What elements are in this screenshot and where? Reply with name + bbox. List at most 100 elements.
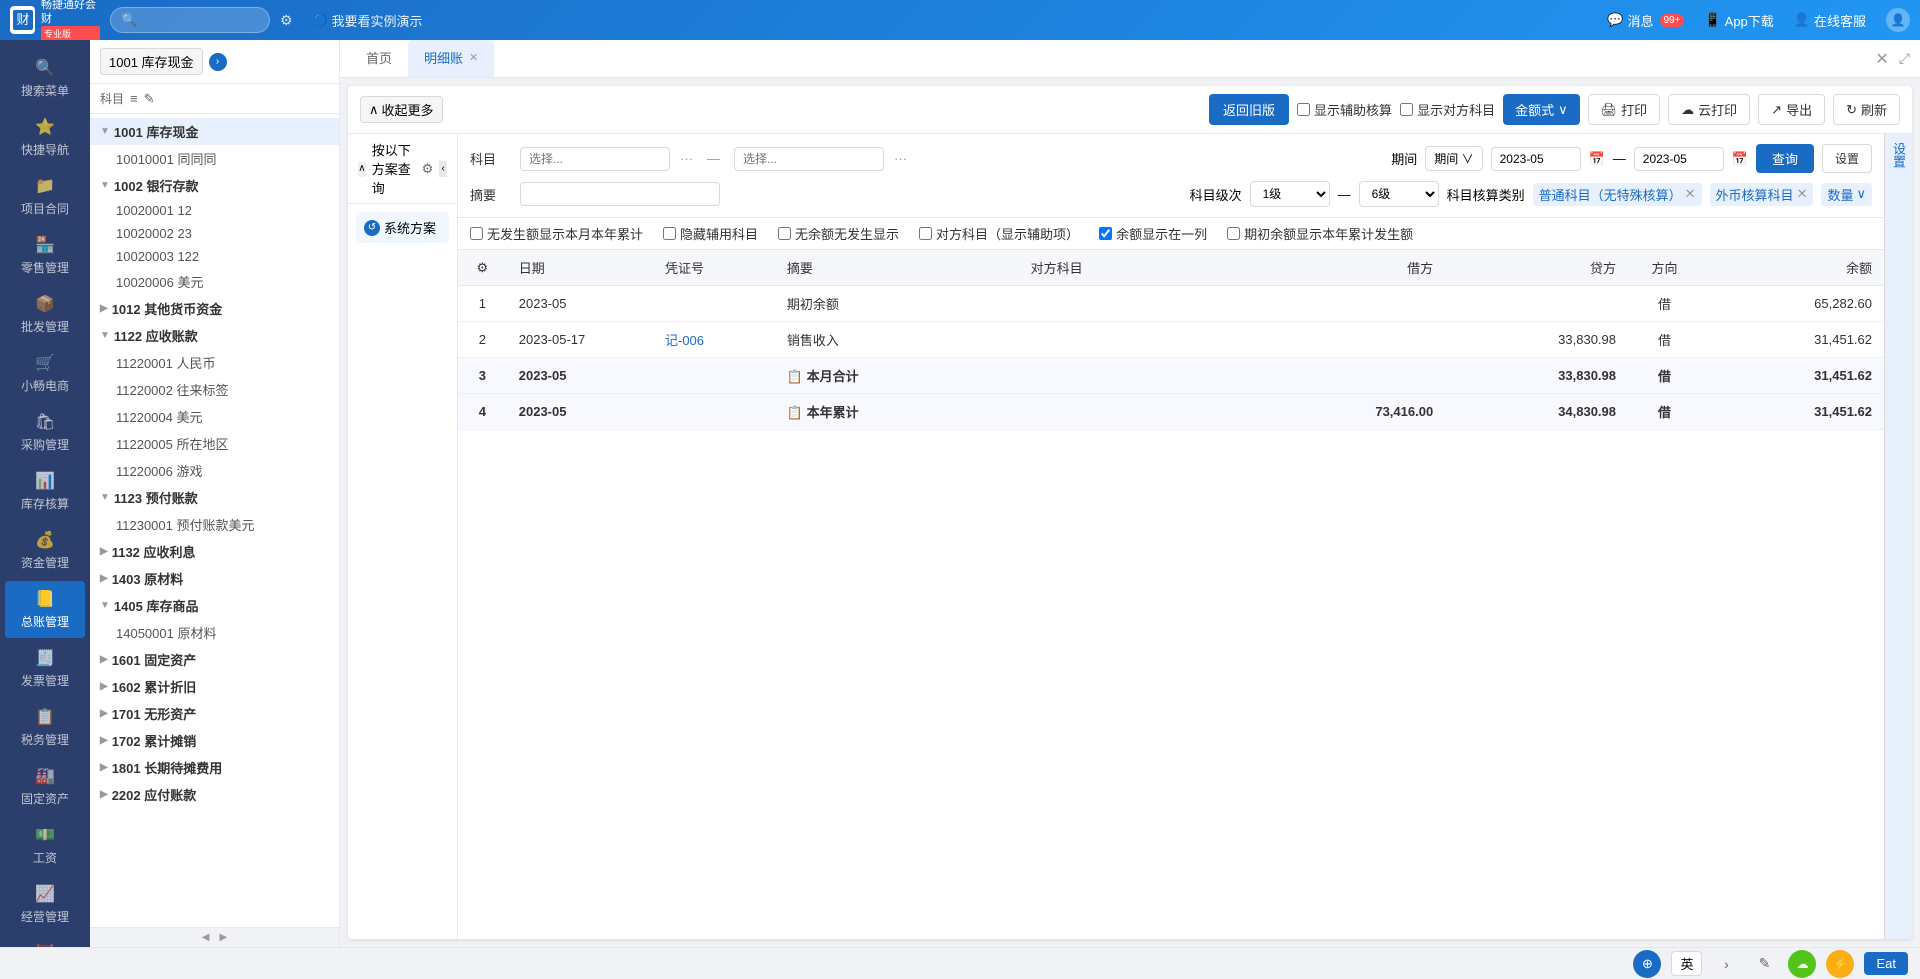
tab-detail-ledger[interactable]: 明细账 ✕ (408, 40, 494, 77)
bottom-right-arrow[interactable]: › (1712, 950, 1740, 978)
tree-item-1002[interactable]: ▼ 1002 银行存款 (90, 172, 339, 199)
sidebar-item-assets[interactable]: 🏭 固定资产 (5, 758, 85, 815)
col-header-direction[interactable]: 方向 (1628, 250, 1701, 286)
opposite-show-checkbox[interactable] (919, 227, 932, 240)
header-search-input[interactable] (141, 13, 261, 27)
app-download-btn[interactable]: 📱 App下载 (1704, 11, 1773, 30)
voucher-link-006[interactable]: 记-006 (665, 333, 704, 348)
system-scheme-item[interactable]: ↺ 系统方案 (356, 212, 449, 243)
tree-item-11220001[interactable]: 11220001 人民币 (90, 349, 339, 376)
nav-next-arrow[interactable]: › (209, 53, 227, 71)
user-avatar[interactable]: 👤 (1886, 8, 1910, 32)
period-calendar-icon[interactable]: 📅 (1589, 151, 1605, 167)
sidebar-item-invoice[interactable]: 🧾 发票管理 (5, 640, 85, 697)
tree-item-1122[interactable]: ▼ 1122 应收账款 (90, 322, 339, 349)
sidebar-item-project[interactable]: 📁 项目合同 (5, 168, 85, 225)
col-header-summary[interactable]: 摘要 (775, 250, 1019, 286)
period-mode-selector[interactable]: 期间 ∨ (1425, 146, 1482, 171)
tree-item-10020006[interactable]: 10020006 美元 (90, 268, 339, 295)
period-end-input[interactable] (1634, 147, 1724, 171)
tree-item-1701[interactable]: ▶ 1701 无形资产 (90, 700, 339, 727)
tree-item-10010001[interactable]: 10010001 同同同 (90, 145, 339, 172)
col-header-credit[interactable]: 贷方 (1445, 250, 1628, 286)
tab-close-btn[interactable]: ✕ (469, 51, 478, 64)
hide-aux-check[interactable]: 隐藏辅用科目 (663, 224, 758, 243)
level-to-select[interactable]: 6级 (1359, 181, 1439, 207)
tag-quantity-chevron[interactable]: ∨ (1856, 186, 1866, 202)
opposite-show-check[interactable]: 对方科目（显示辅助项） (919, 224, 1079, 243)
tree-item-1702[interactable]: ▶ 1702 累计摊销 (90, 727, 339, 754)
col-header-opposite[interactable]: 对方科目 (1019, 250, 1263, 286)
tree-toggle-1132[interactable]: ▶ (100, 546, 108, 557)
col-header-voucher[interactable]: 凭证号 (653, 250, 775, 286)
sidebar-item-retail[interactable]: 🏪 零售管理 (5, 227, 85, 284)
demo-button[interactable]: 🔵 我要看实例演示 (313, 11, 423, 30)
tree-toggle-2202[interactable]: ▶ (100, 789, 108, 800)
summary-filter-input[interactable] (520, 182, 720, 206)
level-from-select[interactable]: 1级 (1250, 181, 1330, 207)
subject-filter-input-2[interactable] (734, 147, 884, 171)
show-aux-check[interactable]: 显示辅助核算 (1297, 100, 1392, 119)
tree-item-1602[interactable]: ▶ 1602 累计折旧 (90, 673, 339, 700)
bottom-lightning-btn[interactable]: ⚡ (1826, 950, 1854, 978)
tree-toggle-1122[interactable]: ▼ (100, 330, 110, 341)
no-balance-checkbox[interactable] (778, 227, 791, 240)
hide-aux-checkbox[interactable] (663, 227, 676, 240)
tree-item-1012[interactable]: ▶ 1012 其他货币资金 (90, 295, 339, 322)
tree-toggle-1002[interactable]: ▼ (100, 180, 110, 191)
sidebar-item-purchase[interactable]: 🛍 采购管理 (5, 404, 85, 461)
tree-item-1403[interactable]: ▶ 1403 原材料 (90, 565, 339, 592)
tree-item-11220006[interactable]: 11220006 游戏 (90, 457, 339, 484)
period-calendar-icon-2[interactable]: 📅 (1732, 151, 1748, 167)
tree-item-11230001[interactable]: 11230001 预付账款美元 (90, 511, 339, 538)
settings-btn[interactable]: 设置 (1822, 144, 1872, 173)
bottom-lang-btn[interactable]: 英 (1671, 951, 1702, 976)
no-activity-checkbox[interactable] (470, 227, 483, 240)
tag-normal-remove[interactable]: ✕ (1685, 186, 1696, 202)
sidebar-item-expense[interactable]: 🧮 小畅报销 (5, 935, 85, 947)
return-old-btn[interactable]: 返回旧版 (1209, 94, 1289, 125)
tree-toggle-1601[interactable]: ▶ (100, 654, 108, 665)
export-btn[interactable]: ↗ 导出 (1758, 94, 1825, 125)
tree-item-1801[interactable]: ▶ 1801 长期待摊费用 (90, 754, 339, 781)
balance-one-row-check[interactable]: 余额显示在一列 (1099, 224, 1207, 243)
col-header-settings[interactable]: ⚙ (458, 250, 507, 286)
tree-toggle-1405[interactable]: ▼ (100, 600, 110, 611)
sidebar-item-operations[interactable]: 📈 经营管理 (5, 876, 85, 933)
tag-foreign[interactable]: 外币核算科目 ✕ (1710, 183, 1814, 206)
tree-item-11220004[interactable]: 11220004 美元 (90, 403, 339, 430)
right-collapse-panel[interactable]: 设置 (1884, 134, 1912, 939)
sidebar-item-ledger[interactable]: 📒 总账管理 (5, 581, 85, 638)
tab-home[interactable]: 首页 (350, 40, 408, 77)
tree-item-11220005[interactable]: 11220005 所在地区 (90, 430, 339, 457)
tree-item-1123[interactable]: ▼ 1123 预付账款 (90, 484, 339, 511)
tag-quantity[interactable]: 数量 ∨ (1821, 183, 1872, 206)
breadcrumb-btn[interactable]: 1001 库存现金 (100, 48, 203, 75)
filter-settings-icon[interactable]: ⚙ (422, 157, 434, 181)
col-header-balance[interactable]: 余额 (1701, 250, 1884, 286)
tree-toggle-1403[interactable]: ▶ (100, 573, 108, 584)
message-btn[interactable]: 💬 消息 99+ (1607, 11, 1684, 30)
sidebar-item-ecommerce[interactable]: 🛒 小畅电商 (5, 345, 85, 402)
amount-format-btn[interactable]: 金额式 ∨ (1503, 94, 1580, 125)
query-btn[interactable]: 查询 (1756, 144, 1814, 173)
sidebar-item-funds[interactable]: 💰 资金管理 (5, 522, 85, 579)
refresh-btn[interactable]: ↻ 刷新 (1833, 94, 1900, 125)
tree-item-10020003[interactable]: 10020003 122 (90, 245, 339, 268)
tree-toggle-1012[interactable]: ▶ (100, 303, 108, 314)
show-opposite-check[interactable]: 显示对方科目 (1400, 100, 1495, 119)
period-start-input[interactable] (1491, 147, 1581, 171)
online-service-btn[interactable]: 👤 在线客服 (1794, 11, 1866, 30)
col-header-date[interactable]: 日期 (507, 250, 653, 286)
period-show-check[interactable]: 期初余额显示本年累计发生额 (1227, 224, 1413, 243)
print-btn[interactable]: 🖨 打印 (1588, 94, 1661, 125)
collapse-filter-btn[interactable]: ∧ (358, 161, 366, 177)
tree-toggle-1602[interactable]: ▶ (100, 681, 108, 692)
no-activity-check[interactable]: 无发生额显示本月本年累计 (470, 224, 643, 243)
header-search-box[interactable]: 🔍 (110, 7, 270, 33)
tag-normal[interactable]: 普通科目（无特殊核算） ✕ (1533, 183, 1702, 206)
tree-item-11220002[interactable]: 11220002 往来标签 (90, 376, 339, 403)
period-show-checkbox[interactable] (1227, 227, 1240, 240)
bottom-translate-btn[interactable]: ⊕ (1633, 950, 1661, 978)
expand-more-btn[interactable]: ∧ 收起更多 (360, 96, 443, 123)
